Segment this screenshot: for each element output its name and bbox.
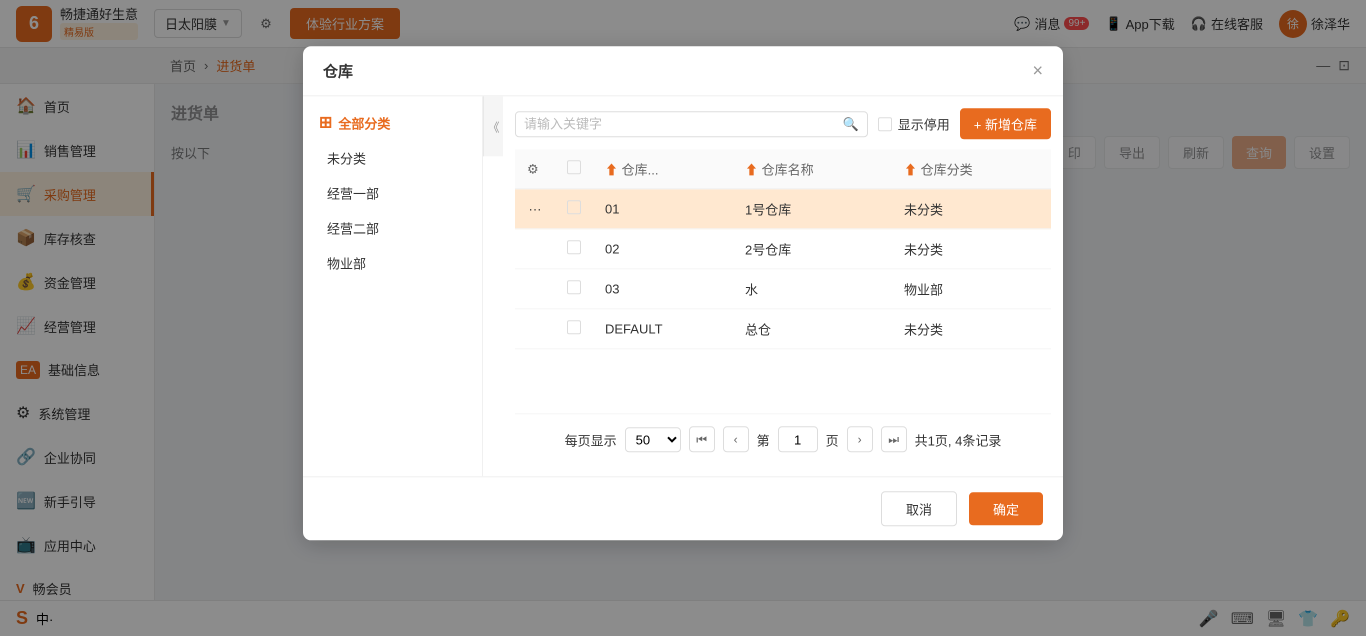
table-row[interactable]: ··· 01 1号仓库 未分类: [515, 189, 1051, 229]
row-checkbox[interactable]: [567, 200, 581, 214]
row-name: 总仓: [733, 309, 892, 349]
collapse-icon: 《: [487, 118, 499, 135]
next-page-button[interactable]: ›: [847, 426, 873, 452]
col-category: ⬆ 仓库分类: [892, 149, 1051, 189]
collapse-panel-button[interactable]: 《: [483, 96, 503, 156]
modal-header: 仓库 ×: [303, 46, 1063, 96]
row-name: 2号仓库: [733, 229, 892, 269]
category-label: 经营一部: [327, 186, 379, 201]
table-header: ⚙ ⬆ 仓库... ⬆ 仓库名称 ⬆ 仓库分类: [515, 149, 1051, 189]
row-checkbox-cell: [555, 309, 593, 349]
warehouse-modal: 仓库 × ⊞ 全部分类 未分类 经营一部 经营二部 物业部 《: [303, 46, 1063, 540]
show-disabled-toggle[interactable]: 显示停用: [878, 114, 950, 133]
show-disabled-label: 显示停用: [898, 114, 950, 133]
sort-icon2: ⬆: [745, 162, 758, 177]
table-row[interactable]: 03 水 物业部: [515, 269, 1051, 309]
row-checkbox-cell: [555, 189, 593, 229]
row-checkbox[interactable]: [567, 240, 581, 254]
sort-icon: ⬆: [605, 162, 618, 177]
sort-icon3: ⬆: [904, 162, 917, 177]
category-panel: ⊞ 全部分类 未分类 经营一部 经营二部 物业部: [303, 96, 483, 476]
category-item-ops2[interactable]: 经营二部: [303, 210, 482, 245]
modal-title: 仓库: [323, 60, 353, 81]
page-unit: 页: [826, 430, 839, 449]
row-category: 物业部: [892, 269, 1051, 309]
row-code: 03: [593, 269, 733, 309]
row-checkbox-cell: [555, 229, 593, 269]
col-name: ⬆ 仓库名称: [733, 149, 892, 189]
search-box: 🔍: [515, 111, 868, 137]
col-settings: ⚙: [515, 149, 555, 189]
grid-icon: ⊞: [319, 112, 332, 132]
modal-body: ⊞ 全部分类 未分类 经营一部 经营二部 物业部 《: [303, 96, 1063, 476]
modal-footer: 取消 确定: [303, 476, 1063, 540]
first-page-button[interactable]: ⏮: [689, 426, 715, 452]
row-code: 02: [593, 229, 733, 269]
warehouse-table: ⚙ ⬆ 仓库... ⬆ 仓库名称 ⬆ 仓库分类: [515, 149, 1051, 349]
row-code: DEFAULT: [593, 309, 733, 349]
row-checkbox-cell: [555, 269, 593, 309]
per-page-select[interactable]: 50 20 100: [625, 427, 681, 452]
category-label: 经营二部: [327, 221, 379, 236]
table-panel: 🔍 显示停用 + 新增仓库 ⚙ ⬆ 仓库...: [503, 96, 1063, 476]
category-label: 物业部: [327, 256, 366, 271]
table-body: ··· 01 1号仓库 未分类 02 2号仓库 未分类: [515, 189, 1051, 349]
row-settings[interactable]: [515, 309, 555, 349]
search-input[interactable]: [524, 116, 837, 131]
category-item-property[interactable]: 物业部: [303, 245, 482, 280]
row-settings[interactable]: [515, 229, 555, 269]
all-category-header[interactable]: ⊞ 全部分类: [303, 104, 482, 140]
page-label: 第: [757, 430, 770, 449]
table-toolbar: 🔍 显示停用 + 新增仓库: [515, 108, 1051, 139]
row-name: 1号仓库: [733, 189, 892, 229]
prev-page-button[interactable]: ‹: [723, 426, 749, 452]
row-settings[interactable]: [515, 269, 555, 309]
modal-close-button[interactable]: ×: [1032, 60, 1043, 81]
col-code: ⬆ 仓库...: [593, 149, 733, 189]
row-settings[interactable]: ···: [515, 189, 555, 229]
all-category-label: 全部分类: [338, 113, 390, 132]
category-item-unclassified[interactable]: 未分类: [303, 140, 482, 175]
category-label: 未分类: [327, 151, 366, 166]
row-category: 未分类: [892, 189, 1051, 229]
last-page-button[interactable]: ⏭: [881, 426, 907, 452]
select-all-checkbox[interactable]: [567, 160, 581, 174]
page-summary: 共1页, 4条记录: [915, 430, 1002, 449]
col-checkbox: [555, 149, 593, 189]
cancel-button[interactable]: 取消: [881, 491, 957, 526]
table-row[interactable]: 02 2号仓库 未分类: [515, 229, 1051, 269]
confirm-button[interactable]: 确定: [969, 492, 1043, 525]
table-row[interactable]: DEFAULT 总仓 未分类: [515, 309, 1051, 349]
add-warehouse-button[interactable]: + 新增仓库: [960, 108, 1051, 139]
row-name: 水: [733, 269, 892, 309]
per-page-label: 每页显示: [565, 430, 617, 449]
row-code: 01: [593, 189, 733, 229]
show-disabled-checkbox[interactable]: [878, 117, 892, 131]
pagination: 每页显示 50 20 100 ⏮ ‹ 第 页 › ⏭ 共1页, 4条记录: [515, 413, 1051, 464]
row-checkbox[interactable]: [567, 320, 581, 334]
row-category: 未分类: [892, 229, 1051, 269]
category-item-ops1[interactable]: 经营一部: [303, 175, 482, 210]
row-category: 未分类: [892, 309, 1051, 349]
page-number-input[interactable]: [778, 426, 818, 452]
row-checkbox[interactable]: [567, 280, 581, 294]
search-icon: 🔍: [843, 116, 859, 132]
